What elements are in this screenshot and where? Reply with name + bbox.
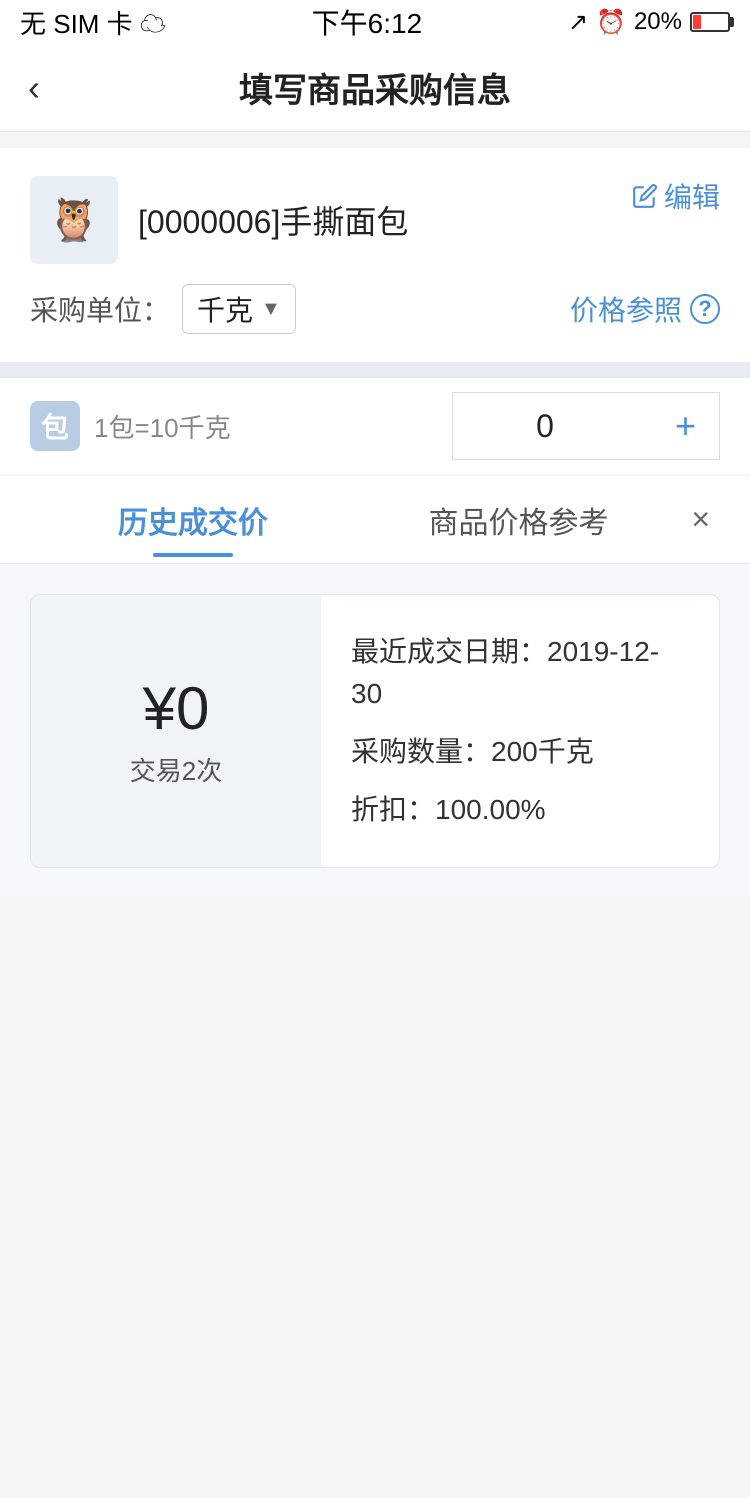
info-icon: ? [690, 294, 720, 324]
product-name: [0000006]手撕面包 [138, 197, 408, 243]
unit-value: 千克 [197, 289, 253, 329]
product-logo-icon: 🦉 [48, 196, 100, 245]
currency-symbol: ¥ [143, 675, 176, 742]
tab-bar: 历史成交价 商品价格参考 × [0, 476, 750, 564]
discount-value: 100.00% [435, 794, 546, 825]
unit-label: 采购单位： [30, 289, 170, 329]
quantity-label-group: 包 1包=10千克 [30, 401, 231, 451]
price-display: ¥0 [143, 674, 210, 743]
tab-close-button[interactable]: × [681, 491, 720, 548]
product-section: 🦉 [0000006]手撕面包 编辑 采购单位： 千克 ▼ 价格参照 ? [0, 148, 750, 362]
trade-count: 交易2次 [130, 751, 222, 788]
purchase-qty-value: 200千克 [491, 736, 594, 767]
price-value: 0 [176, 675, 209, 742]
tab-product-price-ref[interactable]: 商品价格参考 [356, 484, 682, 556]
quantity-section: 包 1包=10千克 + [0, 378, 750, 474]
edit-button[interactable]: 编辑 [632, 176, 720, 216]
edit-label: 编辑 [664, 176, 720, 216]
back-button[interactable]: ‹ [28, 67, 40, 109]
purchase-qty-row: 采购数量：200千克 [351, 731, 689, 773]
product-header: 🦉 [0000006]手撕面包 编辑 [30, 176, 720, 264]
discount-label: 折扣： [351, 794, 435, 825]
battery-icon [690, 12, 730, 32]
page-title: 填写商品采购信息 [239, 63, 511, 112]
product-left: 🦉 [0000006]手撕面包 [30, 176, 408, 264]
battery-percent: 20% [634, 8, 682, 36]
nav-bar: ‹ 填写商品采购信息 [0, 44, 750, 132]
product-image: 🦉 [30, 176, 118, 264]
recent-date-label: 最近成交日期： [351, 636, 547, 667]
qty-conversion: 1包=10千克 [94, 408, 231, 445]
panel-content: ¥0 交易2次 最近成交日期：2019-12-30 采购数量：200千克 折扣：… [0, 564, 750, 898]
quantity-plus-button[interactable]: + [652, 392, 720, 460]
unit-left: 采购单位： 千克 ▼ [30, 284, 296, 334]
price-ref-label: 价格参照 [570, 289, 682, 329]
unit-selector[interactable]: 千克 ▼ [182, 284, 296, 334]
status-left: 无 SIM 卡 ☁ [20, 4, 166, 41]
price-card-left: ¥0 交易2次 [31, 595, 321, 867]
recent-date-row: 最近成交日期：2019-12-30 [351, 631, 689, 715]
qty-input-group: + [452, 392, 720, 460]
price-card-right: 最近成交日期：2019-12-30 采购数量：200千克 折扣：100.00% [321, 595, 719, 867]
edit-icon [632, 183, 658, 209]
quantity-input[interactable] [452, 392, 652, 460]
purchase-qty-label: 采购数量： [351, 736, 491, 767]
signal-text: 无 SIM 卡 ☁ [20, 4, 166, 41]
status-bar: 无 SIM 卡 ☁ 下午6:12 ↗ ⏰ 20% [0, 0, 750, 44]
tab-history-price[interactable]: 历史成交价 [30, 484, 356, 556]
product-unit-row: 采购单位： 千克 ▼ 价格参照 ? [30, 284, 720, 334]
price-ref-button[interactable]: 价格参照 ? [570, 289, 720, 329]
section-divider [0, 362, 750, 378]
chevron-down-icon: ▼ [261, 298, 281, 321]
location-icon: ↗ [568, 8, 588, 37]
status-time: 下午6:12 [312, 2, 423, 42]
bottom-space [0, 898, 750, 1498]
status-right: ↗ ⏰ 20% [568, 8, 730, 37]
panel-section: 历史成交价 商品价格参考 × ¥0 交易2次 最近成交日期：2019-12-30… [0, 476, 750, 898]
price-card: ¥0 交易2次 最近成交日期：2019-12-30 采购数量：200千克 折扣：… [30, 594, 720, 868]
discount-row: 折扣：100.00% [351, 789, 689, 831]
unit-badge: 包 [30, 401, 80, 451]
alarm-icon: ⏰ [596, 8, 626, 37]
